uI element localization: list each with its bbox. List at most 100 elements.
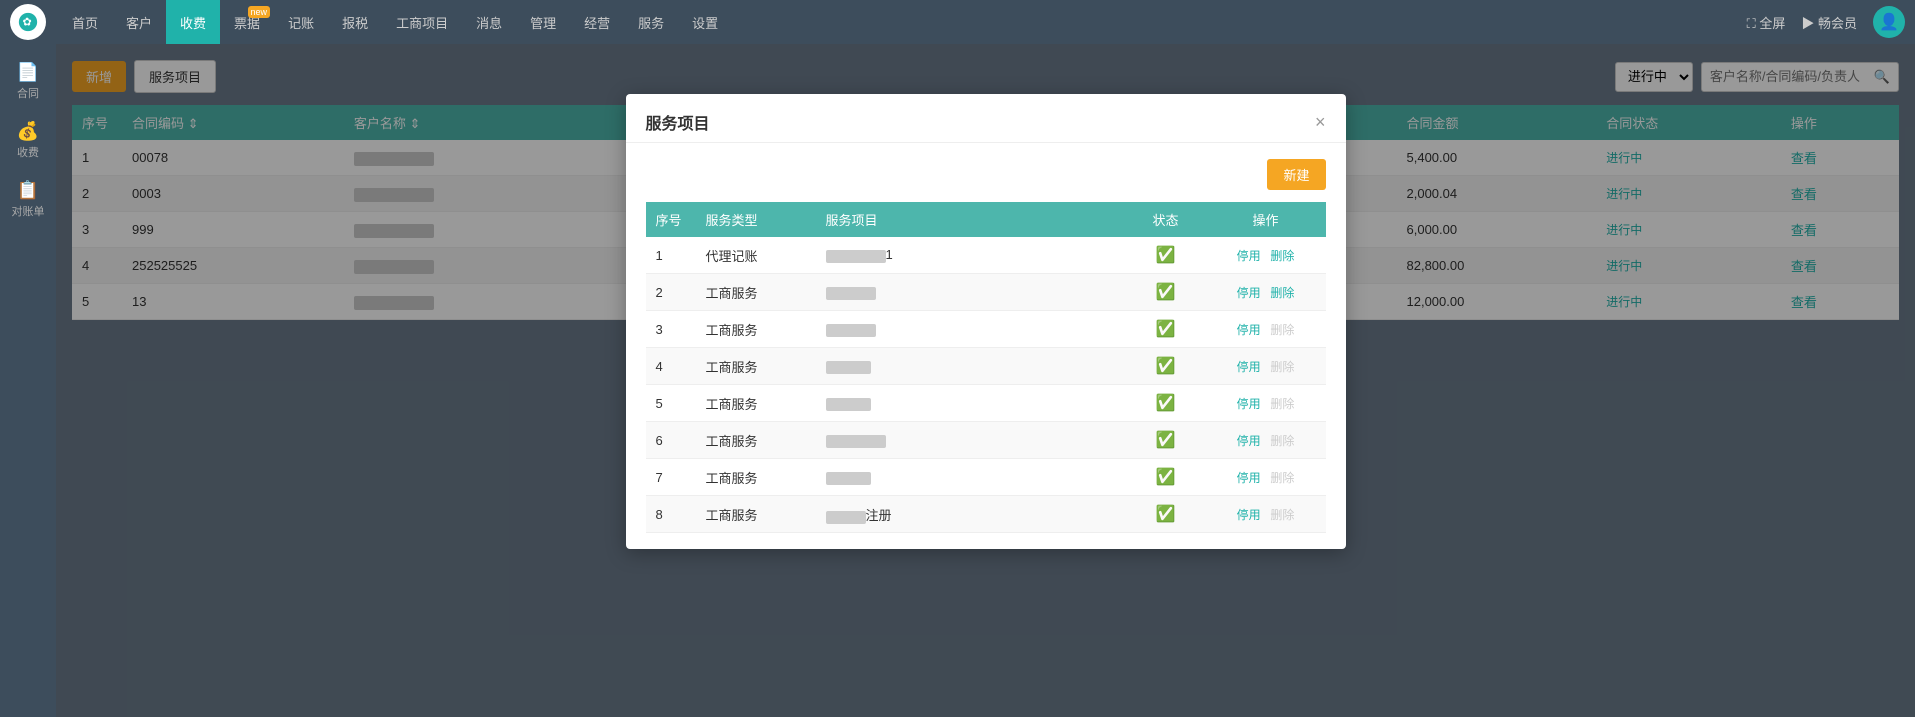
- stop-button[interactable]: 停用: [1237, 395, 1261, 412]
- stop-button[interactable]: 停用: [1237, 469, 1261, 486]
- nav-piao[interactable]: 票据 new: [220, 0, 274, 44]
- modal-table-body: 1 代理记账 1 ✅ 停用 删除 2 工商服务 ✅ 停用 删除 3 工商服务 ✅…: [646, 237, 1326, 533]
- modal-cell-action: 停用 删除: [1206, 237, 1326, 274]
- modal-cell-status: ✅: [1126, 311, 1206, 348]
- modal-cell-seq: 2: [646, 274, 696, 311]
- modal-table-row: 8 工商服务 注册 ✅ 停用 删除: [646, 496, 1326, 533]
- svg-text:✿: ✿: [23, 17, 32, 29]
- modal-table-row: 4 工商服务 ✅ 停用 删除: [646, 348, 1326, 385]
- delete-button[interactable]: 删除: [1270, 358, 1294, 375]
- modal-cell-item: [816, 311, 1126, 348]
- stop-button[interactable]: 停用: [1237, 247, 1261, 264]
- sidebar-item-label: 对账单: [7, 203, 49, 219]
- modal-title: 服务项目: [646, 110, 710, 134]
- modal-cell-type: 代理记账: [696, 237, 816, 274]
- modal-cell-action: 停用 删除: [1206, 459, 1326, 496]
- modal-table-row: 2 工商服务 ✅ 停用 删除: [646, 274, 1326, 311]
- modal-cell-seq: 1: [646, 237, 696, 274]
- modal-table-row: 6 工商服务 ✅ 停用 删除: [646, 422, 1326, 459]
- modal-cell-item: [816, 348, 1126, 385]
- modal-cell-action: 停用 删除: [1206, 385, 1326, 422]
- list-icon: 📋: [7, 180, 49, 201]
- stop-button[interactable]: 停用: [1237, 506, 1261, 523]
- modal-close-button[interactable]: ×: [1315, 112, 1326, 133]
- stop-button[interactable]: 停用: [1237, 358, 1261, 375]
- new-badge: new: [248, 6, 271, 18]
- sidebar-item-shoufei[interactable]: 💰 收费: [3, 113, 53, 168]
- modal-table-row: 5 工商服务 ✅ 停用 删除: [646, 385, 1326, 422]
- delete-button[interactable]: 删除: [1270, 284, 1294, 301]
- modal-body: 新建 序号 服务类型 服务项目 状态 操作 1 代理记账: [626, 143, 1346, 549]
- delete-button[interactable]: 删除: [1270, 469, 1294, 486]
- modal-table-row: 3 工商服务 ✅ 停用 删除: [646, 311, 1326, 348]
- sidebar-item-hetong[interactable]: 📄 合同: [3, 54, 53, 109]
- modal-cell-seq: 4: [646, 348, 696, 385]
- modal-cell-type: 工商服务: [696, 459, 816, 496]
- service-items-modal: 服务项目 × 新建 序号 服务类型 服务项目 状态 操作: [626, 94, 1346, 549]
- sidebar: 📄 合同 💰 收费 📋 对账单: [0, 44, 56, 717]
- nav-settings[interactable]: 设置: [678, 0, 732, 44]
- service-items-table: 序号 服务类型 服务项目 状态 操作 1 代理记账 1 ✅ 停用 删除 2 工商…: [646, 202, 1326, 533]
- stop-button[interactable]: 停用: [1237, 284, 1261, 301]
- sidebar-item-label: 合同: [7, 85, 49, 101]
- modal-cell-item: 1: [816, 237, 1126, 274]
- modal-cell-status: ✅: [1126, 274, 1206, 311]
- sidebar-item-duizhang[interactable]: 📋 对账单: [3, 172, 53, 227]
- nav-manage[interactable]: 管理: [516, 0, 570, 44]
- modal-cell-action: 停用 删除: [1206, 496, 1326, 533]
- modal-cell-action: 停用 删除: [1206, 348, 1326, 385]
- modal-cell-type: 工商服务: [696, 274, 816, 311]
- modal-cell-type: 工商服务: [696, 385, 816, 422]
- modal-cell-seq: 7: [646, 459, 696, 496]
- app-logo: ✿: [10, 4, 46, 40]
- delete-button[interactable]: 删除: [1270, 395, 1294, 412]
- nav-service[interactable]: 服务: [624, 0, 678, 44]
- nav-ji[interactable]: 记账: [274, 0, 328, 44]
- modal-cell-seq: 8: [646, 496, 696, 533]
- modal-cell-type: 工商服务: [696, 422, 816, 459]
- modal-cell-type: 工商服务: [696, 496, 816, 533]
- modal-toolbar: 新建: [646, 159, 1326, 190]
- modal-cell-item: [816, 459, 1126, 496]
- modal-cell-action: 停用 删除: [1206, 422, 1326, 459]
- nav-shoufei[interactable]: 收费: [166, 0, 220, 44]
- member-label[interactable]: ▶ 畅会员: [1801, 13, 1857, 32]
- modal-cell-item: [816, 422, 1126, 459]
- nav-customer[interactable]: 客户: [112, 0, 166, 44]
- modal-cell-action: 停用 删除: [1206, 311, 1326, 348]
- modal-cell-item: [816, 274, 1126, 311]
- modal-table-header: 序号 服务类型 服务项目 状态 操作: [646, 202, 1326, 237]
- nav-gongshang[interactable]: 工商项目: [382, 0, 462, 44]
- fullscreen-label[interactable]: ⛶ 全屏: [1747, 13, 1786, 32]
- document-icon: 📄: [7, 62, 49, 83]
- main-layout: 📄 合同 💰 收费 📋 对账单 新增 服务项目 进行中 全部 已结束: [0, 44, 1915, 717]
- modal-cell-status: ✅: [1126, 496, 1206, 533]
- nav-finance[interactable]: 经营: [570, 0, 624, 44]
- modal-cell-status: ✅: [1126, 348, 1206, 385]
- modal-cell-seq: 3: [646, 311, 696, 348]
- delete-button[interactable]: 删除: [1270, 506, 1294, 523]
- modal-cell-seq: 5: [646, 385, 696, 422]
- stop-button[interactable]: 停用: [1237, 321, 1261, 338]
- modal-header: 服务项目 ×: [626, 94, 1346, 143]
- modal-cell-type: 工商服务: [696, 348, 816, 385]
- modal-cell-seq: 6: [646, 422, 696, 459]
- delete-button[interactable]: 删除: [1270, 432, 1294, 449]
- nav-home[interactable]: 首页: [58, 0, 112, 44]
- modal-cell-item: [816, 385, 1126, 422]
- delete-button[interactable]: 删除: [1270, 247, 1294, 264]
- nav-message[interactable]: 消息: [462, 0, 516, 44]
- modal-table-row: 7 工商服务 ✅ 停用 删除: [646, 459, 1326, 496]
- modal-col-type: 服务类型: [696, 202, 816, 237]
- modal-col-action: 操作: [1206, 202, 1326, 237]
- nav-tax[interactable]: 报税: [328, 0, 382, 44]
- user-avatar[interactable]: 👤: [1873, 6, 1905, 38]
- money-icon: 💰: [7, 121, 49, 142]
- content-area: 新增 服务项目 进行中 全部 已结束 🔍 序号 合同编码 ⇕: [56, 44, 1915, 717]
- delete-button[interactable]: 删除: [1270, 321, 1294, 338]
- modal-cell-action: 停用 删除: [1206, 274, 1326, 311]
- modal-cell-status: ✅: [1126, 459, 1206, 496]
- modal-new-button[interactable]: 新建: [1267, 159, 1325, 190]
- top-navigation: ✿ 首页 客户 收费 票据 new 记账 报税 工商项目 消息 管理 经营 服务…: [0, 0, 1915, 44]
- stop-button[interactable]: 停用: [1237, 432, 1261, 449]
